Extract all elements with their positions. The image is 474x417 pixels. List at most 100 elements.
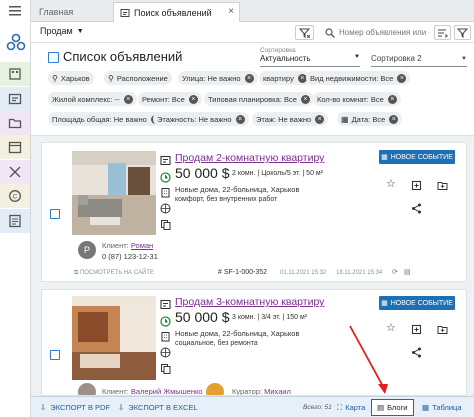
- caret-down-icon: ▼: [354, 54, 360, 60]
- folder-add-icon[interactable]: [437, 322, 448, 340]
- chip-label: Жилой комплекс: --: [52, 94, 120, 104]
- listing-checkbox[interactable]: [50, 350, 60, 360]
- listing-checkbox[interactable]: [50, 209, 60, 219]
- listing-title[interactable]: Продам 2-комнатную квартиру: [175, 152, 324, 164]
- export-excel-button[interactable]: ⇩ ЭКСПОРТ В EXCEL: [118, 397, 198, 417]
- chip-label: Площадь общая: Не важно: [52, 114, 147, 124]
- clear-filter-button[interactable]: [295, 25, 314, 40]
- collection-add-icon[interactable]: [411, 178, 422, 196]
- export-pdf-button[interactable]: ⇩ ЭКСПОРТ В PDF: [40, 397, 110, 417]
- blog-icon: ▤: [377, 403, 385, 412]
- remove-chip-icon[interactable]: ×: [188, 94, 198, 104]
- client-phone: 0 (87) 123-12-31: [102, 252, 158, 261]
- collection-add-icon[interactable]: [411, 322, 422, 340]
- remove-chip-icon[interactable]: ×: [244, 73, 254, 83]
- view-on-site-link[interactable]: ⧉ ПОСМОТРЕТЬ НА САЙТЕ: [74, 270, 154, 277]
- listing-price: 50 000 $: [175, 309, 230, 325]
- remove-chip-icon[interactable]: ×: [315, 114, 325, 124]
- listing-photo[interactable]: [72, 296, 156, 380]
- chip-complex[interactable]: Жилой комплекс: -- ×: [48, 92, 137, 106]
- chip-layout[interactable]: Типовая планировка: Все ×: [204, 92, 314, 106]
- share-icon[interactable]: [411, 345, 422, 363]
- reports-icon: [9, 214, 21, 228]
- tab-search-ads[interactable]: Поиск объявлений ×: [113, 2, 240, 22]
- chip-floors[interactable]: Этажность: Не важно ×: [153, 112, 249, 126]
- remove-chip-icon[interactable]: ×: [387, 94, 397, 104]
- remove-chip-icon[interactable]: ×: [397, 73, 407, 83]
- caret-down-icon: ▼: [461, 55, 467, 62]
- new-event-button[interactable]: ▦ НОВОЕ СОБЫТИЕ: [379, 150, 455, 164]
- listing-details: 2 комн. | Цоколь/5 эт. | 50 м²: [232, 170, 324, 177]
- remove-chip-icon[interactable]: ×: [123, 94, 133, 104]
- tab-bar: Главная Поиск объявлений ×: [31, 0, 474, 22]
- chip-rooms[interactable]: Кол-во комнат: Все ×: [313, 92, 401, 106]
- export-icon: ⇩: [118, 403, 125, 412]
- export-icon: ⇩: [40, 403, 47, 412]
- chip-property-kind[interactable]: Вид недвижимости: Все ×: [306, 71, 411, 85]
- list-title: Список объявлений: [63, 49, 183, 64]
- favorite-star-icon[interactable]: ☆: [386, 177, 396, 190]
- chip-label: Дата: Все: [351, 114, 386, 124]
- sort2-select[interactable]: Сортировка 2 ▼: [371, 51, 467, 67]
- chip-type[interactable]: квартиру ×: [259, 71, 311, 85]
- curator-name-link[interactable]: Михаил: [264, 387, 291, 395]
- tab-home-label: Главная: [39, 7, 74, 17]
- filter-settings-button[interactable]: [454, 25, 471, 40]
- blogs-label: Блоги: [387, 403, 408, 412]
- chip-repair[interactable]: Ремонт: Все ×: [138, 92, 202, 106]
- select-all-checkbox[interactable]: [48, 52, 59, 63]
- chip-area[interactable]: Площадь общая: Не важно×: [48, 112, 164, 126]
- search-input[interactable]: [339, 25, 429, 40]
- listing-title[interactable]: Продам 3-комнатную квартиру: [175, 296, 324, 308]
- sidebar-item-objects[interactable]: [0, 62, 30, 86]
- sidebar-item-calendar[interactable]: [0, 135, 30, 159]
- chip-date[interactable]: ▦ Дата: Все ×: [337, 112, 403, 126]
- sort-value: Актуальность: [260, 54, 311, 63]
- chip-label: Улица: Не важно: [182, 73, 241, 83]
- table-view-button[interactable]: ▦ Таблица: [422, 397, 462, 417]
- tab-search-ads-label: Поиск объявлений: [134, 7, 212, 18]
- map-view-button[interactable]: ⛶ Карта: [337, 397, 365, 417]
- menu-button[interactable]: [0, 0, 30, 22]
- room-photo-icon: [72, 296, 156, 380]
- sidebar-item-ads[interactable]: [0, 87, 30, 111]
- app-window: C Главная Поиск объявлений × Продам ▼ Сп: [0, 0, 474, 417]
- chip-location[interactable]: ⚲ Расположение: [104, 71, 172, 85]
- export-pdf-label: ЭКСПОРТ В PDF: [50, 403, 111, 412]
- chip-street[interactable]: Улица: Не важно ×: [178, 71, 258, 85]
- share-icon[interactable]: [411, 201, 422, 219]
- sidebar-item-finance[interactable]: C: [0, 184, 30, 208]
- chip-label: Этаж: Не важно: [256, 114, 312, 124]
- deal-type-select[interactable]: Продам ▼: [40, 26, 84, 36]
- chip-city[interactable]: ⚲ Харьков: [48, 71, 94, 85]
- listing-photo[interactable]: [72, 151, 156, 235]
- remove-chip-icon[interactable]: ×: [389, 114, 399, 124]
- filters-panel: Список объявлений Сортировка Актуальност…: [31, 43, 474, 136]
- tab-home[interactable]: Главная: [33, 2, 111, 22]
- new-event-button[interactable]: ▦ НОВОЕ СОБЫТИЕ: [379, 296, 455, 310]
- location-pin-icon: ⚲: [52, 73, 58, 83]
- listing-condition: комфорт, без внутренних работ: [175, 196, 278, 203]
- sidebar-item-tools[interactable]: [0, 160, 30, 184]
- total-count: Всего: 51: [303, 404, 332, 411]
- calendar-icon: ▦: [341, 114, 349, 124]
- caret-down-icon: ▼: [76, 27, 84, 35]
- blogs-view-button[interactable]: ▤ Блоги: [371, 399, 414, 416]
- client-name-link[interactable]: Роман: [131, 241, 153, 250]
- chip-floor[interactable]: Этаж: Не важно ×: [252, 112, 329, 126]
- sort-icon: [438, 28, 448, 38]
- sidebar-item-folders[interactable]: [0, 111, 30, 135]
- sort-select[interactable]: Сортировка Актуальность ▼: [260, 47, 360, 67]
- sidebar-item-reports[interactable]: [0, 209, 30, 233]
- folder-icon: [8, 118, 22, 129]
- close-icon[interactable]: ×: [228, 6, 234, 17]
- copy-icon: [160, 217, 171, 235]
- folder-add-icon[interactable]: [437, 178, 448, 196]
- listing-type-icon: [160, 153, 171, 171]
- chip-label: Харьков: [60, 73, 90, 83]
- ads-icon: [120, 8, 130, 17]
- remove-chip-icon[interactable]: ×: [235, 114, 245, 124]
- client-name-link[interactable]: Валерий Жмышенко: [131, 387, 203, 395]
- sort-options-button[interactable]: [434, 25, 451, 40]
- remove-chip-icon[interactable]: ×: [300, 94, 310, 104]
